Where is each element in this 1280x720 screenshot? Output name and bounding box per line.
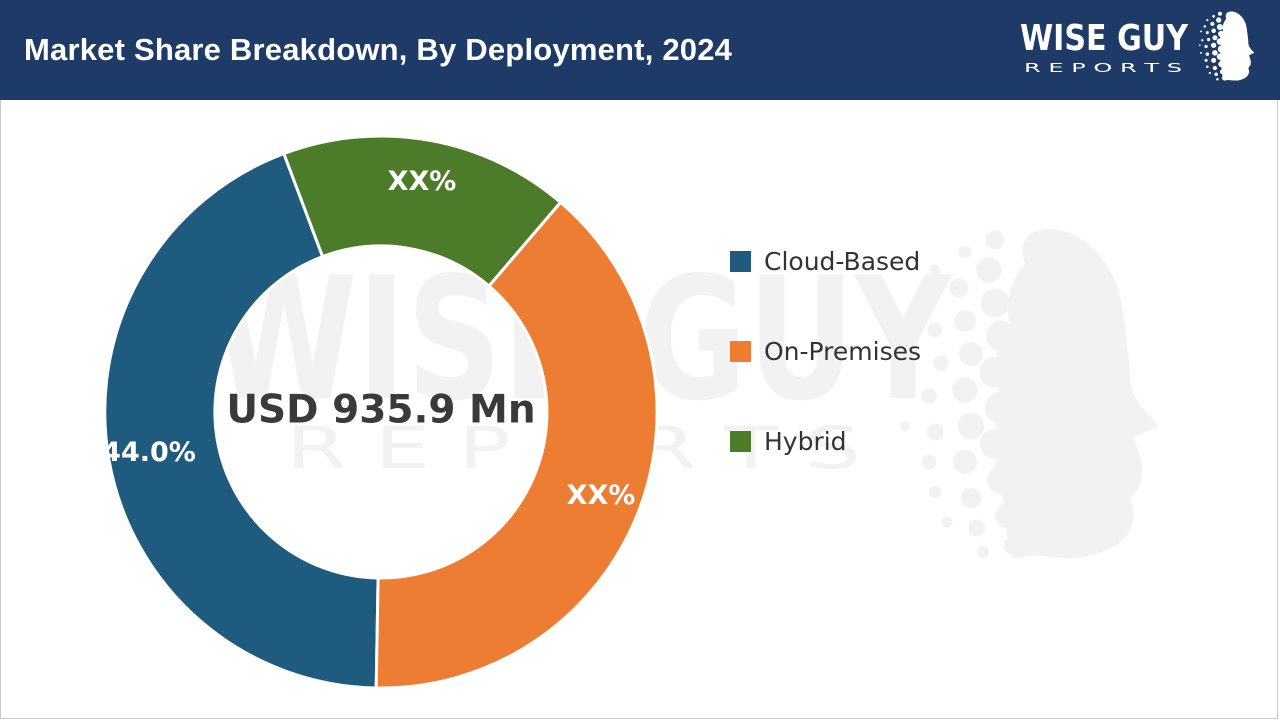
header: Market Share Breakdown, By Deployment, 2…: [0, 0, 1280, 100]
logo-graphic: WISE GUY R E P O R T S: [1020, 11, 1255, 81]
wise-guy-logo: WISE GUY R E P O R T S: [1018, 6, 1258, 94]
slice-label-cloud-based: 44.0%: [102, 437, 196, 468]
legend: Cloud-Based On-Premises Hybrid: [730, 247, 921, 517]
slice-on-premises[interactable]: [374, 200, 659, 690]
legend-item-on-premises[interactable]: On-Premises: [730, 336, 922, 366]
chart-area: WISE GUY R E P O R T S 44.0%XX%XX% USD 9…: [0, 100, 1278, 719]
legend-swatch-cloud-based: [730, 250, 751, 272]
legend-item-hybrid[interactable]: Hybrid: [730, 426, 921, 456]
slice-label-hybrid: XX%: [388, 166, 457, 197]
logo-wordmark: WISE GUY: [1020, 18, 1189, 59]
legend-label-cloud-based: Cloud-Based: [764, 246, 921, 276]
donut-center-value: USD 935.9 Mn: [226, 387, 536, 433]
legend-swatch-on-premises: [730, 340, 751, 362]
page-title: Market Share Breakdown, By Deployment, 2…: [24, 32, 733, 67]
slice-label-on-premises: XX%: [567, 480, 636, 511]
legend-label-on-premises: On-Premises: [764, 336, 922, 366]
legend-item-cloud-based[interactable]: Cloud-Based: [730, 246, 921, 276]
legend-swatch-hybrid: [730, 430, 751, 452]
screenshot-root: Market Share Breakdown, By Deployment, 2…: [0, 0, 1280, 720]
logo-head-icon: [1198, 11, 1255, 81]
logo-subtext: R E P O R T S: [1024, 60, 1182, 75]
legend-label-hybrid: Hybrid: [764, 426, 847, 456]
donut-chart: 44.0% XX% XX%: [102, 134, 659, 690]
